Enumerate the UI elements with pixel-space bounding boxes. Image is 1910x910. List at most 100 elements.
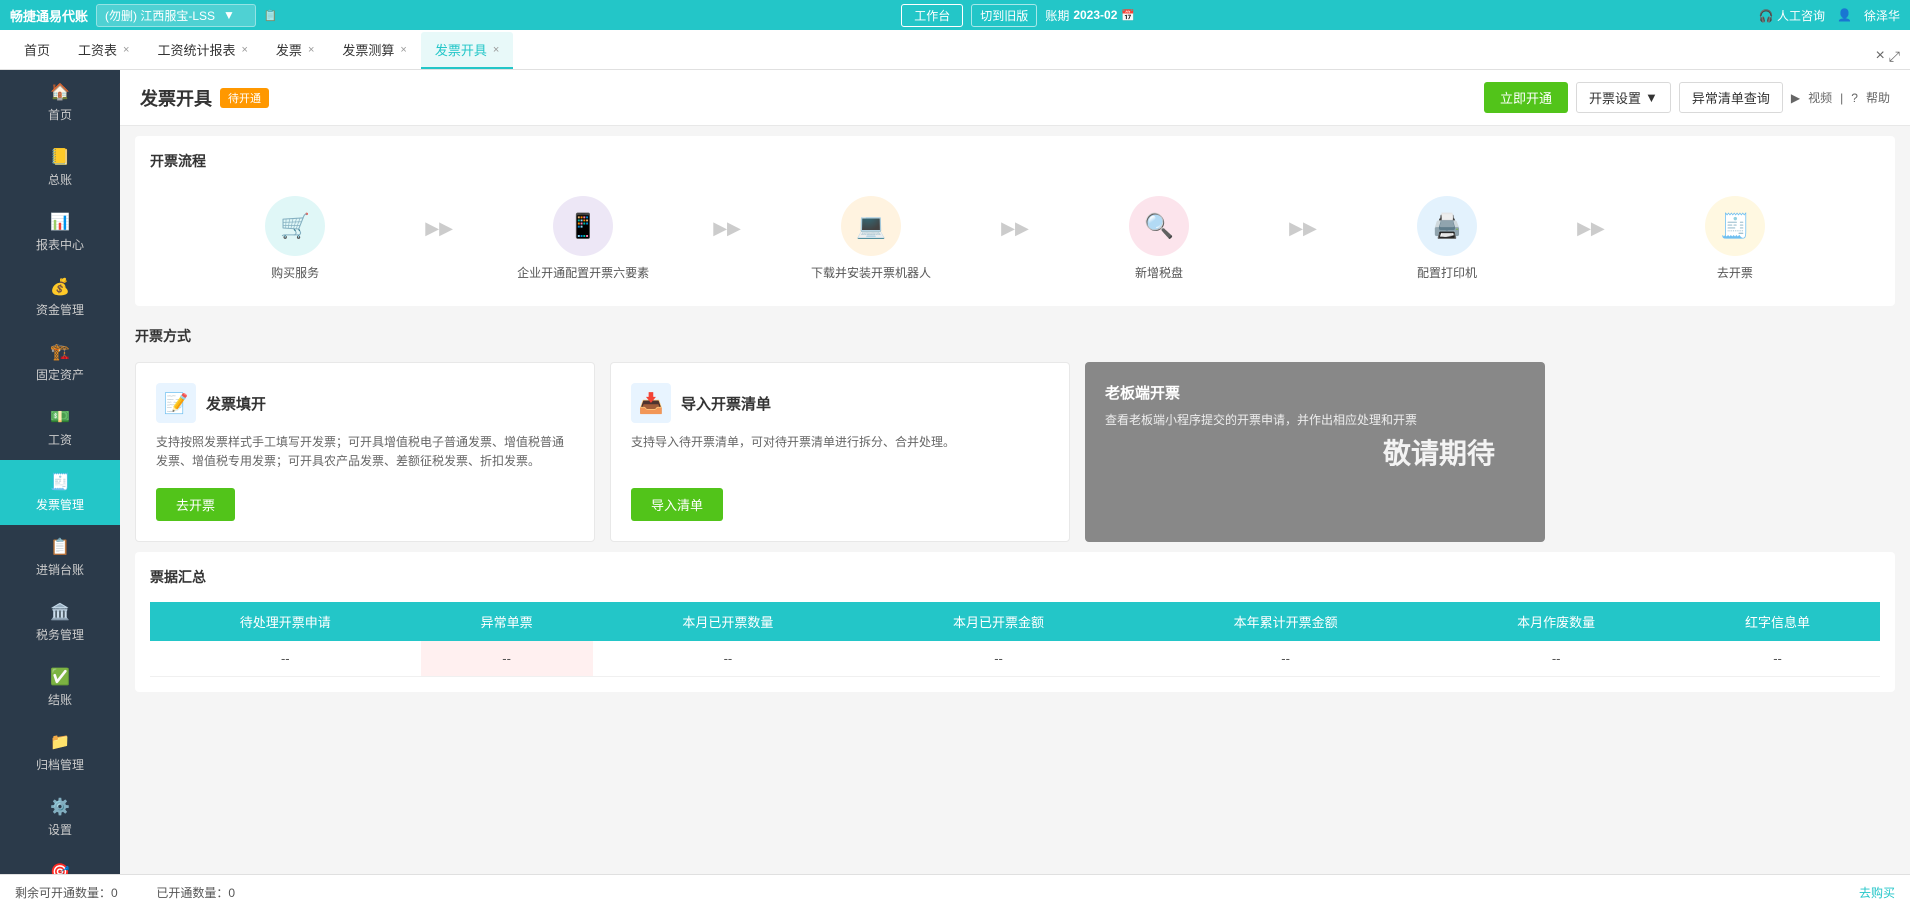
- cell-month-amount: --: [863, 641, 1134, 677]
- steps-title: 开票流程: [150, 151, 1880, 171]
- go-buy-link[interactable]: 去购买: [1859, 886, 1895, 900]
- col-month-count: 本月已开票数量: [593, 602, 864, 641]
- reports-icon: 📊: [50, 212, 70, 232]
- opened-quota: 已开通数量：0: [156, 886, 235, 900]
- close-tab-invoice-open[interactable]: ×: [493, 44, 499, 56]
- sidebar-item-invoice-mgmt[interactable]: 🧾 发票管理: [0, 460, 120, 525]
- customer-service[interactable]: 🎧 人工咨询: [1759, 7, 1825, 24]
- settings-icon: ⚙️: [50, 797, 70, 817]
- switch-old-button[interactable]: 切到旧版: [971, 4, 1037, 27]
- col-red-note: 红字信息单: [1675, 602, 1880, 641]
- summary-table: 待处理开票申请 异常单票 本月已开票数量 本月已开票金额 本年累计开票金额 本月…: [150, 602, 1880, 677]
- step-arrow-4: ▶▶: [1289, 218, 1317, 239]
- tab-invoice[interactable]: 发票 ×: [262, 32, 328, 69]
- step-item-2: 📱 企业开通配置开票六要素: [458, 196, 708, 281]
- step-item-3: 💻 下载并安装开票机器人: [746, 196, 996, 281]
- abnormal-query-button[interactable]: 异常清单查询: [1679, 82, 1783, 113]
- step-arrow-1: ▶▶: [425, 218, 453, 239]
- help-area: ▶ 视频 | ? 帮助: [1791, 89, 1890, 106]
- summary-table-header-row: 待处理开票申请 异常单票 本月已开票数量 本月已开票金额 本年累计开票金额 本月…: [150, 602, 1880, 641]
- close-tab-salary[interactable]: ×: [123, 44, 129, 56]
- sidebar-item-purchase-sales[interactable]: 📋 进销台账: [0, 525, 120, 590]
- separator: |: [1840, 91, 1843, 105]
- expand-icon[interactable]: ⤢: [1889, 48, 1900, 65]
- step-icon-download: 💻: [841, 196, 901, 256]
- nav-tabs: 首页 工资表 × 工资统计报表 × 发票 × 发票测算 × 发票开具 × × ⤢: [0, 30, 1910, 70]
- home-icon: 🏠: [50, 82, 70, 102]
- bottom-right: 去购买: [1859, 884, 1895, 901]
- close-tab-invoice[interactable]: ×: [308, 44, 314, 56]
- sidebar-item-salary[interactable]: 💵 工资: [0, 395, 120, 460]
- tab-home[interactable]: 首页: [10, 32, 64, 69]
- sidebar-item-funds[interactable]: 💰 资金管理: [0, 265, 120, 330]
- close-tab-salary-report[interactable]: ×: [241, 44, 247, 56]
- step-label-5: 配置打印机: [1417, 264, 1477, 281]
- fill-invoice-desc: 支持按照发票样式手工填写开发票；可开具增值税电子普通发票、增值税普通发票、增值税…: [156, 433, 574, 473]
- fill-invoice-icon: 📝: [156, 383, 196, 423]
- dropdown-arrow-icon: ▼: [1645, 90, 1658, 105]
- sidebar-item-reports[interactable]: 📊 报表中心: [0, 200, 120, 265]
- method-card-import-header: 📥 导入开票清单: [631, 383, 1049, 423]
- company-selector[interactable]: (勿删) 江西服宝-LSS ▼: [96, 4, 256, 27]
- top-bar-left: 畅捷通易代账 (勿删) 江西服宝-LSS ▼ 📋: [10, 4, 278, 27]
- step-item-6: 🧾 去开票: [1610, 196, 1860, 281]
- sidebar-item-home[interactable]: 🏠 首页: [0, 70, 120, 135]
- top-bar-center: 工作台 切到旧版 账期 2023-02 📅: [901, 4, 1135, 27]
- header-actions: 立即开通 开票设置 ▼ 异常清单查询 ▶ 视频 | ? 帮助: [1484, 82, 1890, 113]
- step-label-4: 新增税盘: [1135, 264, 1183, 281]
- step-item-4: 🔍 新增税盘: [1034, 196, 1284, 281]
- method-card-fill: 📝 发票填开 支持按照发票样式手工填写开发票；可开具增值税电子普通发票、增值税普…: [135, 362, 595, 542]
- step-icon-issue: 🧾: [1705, 196, 1765, 256]
- funds-icon: 💰: [50, 277, 70, 297]
- step-icon-printer: 🖨️: [1417, 196, 1477, 256]
- invoice-mgmt-icon: 🧾: [50, 472, 70, 492]
- tab-salary-report[interactable]: 工资统计报表 ×: [143, 32, 261, 69]
- salary-icon: 💵: [50, 407, 70, 427]
- go-issue-button[interactable]: 去开票: [156, 488, 235, 521]
- bottom-bar: 剩余可开通数量：0 已开通数量：0 去购买: [0, 874, 1910, 910]
- sidebar-item-assets[interactable]: 🏗️ 固定资产: [0, 330, 120, 395]
- col-void-count: 本月作废数量: [1437, 602, 1675, 641]
- sidebar-item-settings[interactable]: ⚙️ 设置: [0, 785, 120, 850]
- open-settings-button[interactable]: 开票设置 ▼: [1576, 82, 1671, 113]
- import-invoice-btn-wrap: 导入清单: [631, 488, 1049, 521]
- main-layout: 🏠 首页 📒 总账 📊 报表中心 💰 资金管理 🏗️ 固定资产 💵 工资 🧾 发…: [0, 70, 1910, 874]
- step-label-3: 下载并安装开票机器人: [811, 264, 931, 281]
- open-now-button[interactable]: 立即开通: [1484, 82, 1568, 113]
- methods-section: 开票方式 📝 发票填开 支持按照发票样式手工填写开发票；可开具增值税电子普通发票…: [135, 316, 1895, 542]
- cell-abnormal: --: [421, 641, 593, 677]
- sidebar: 🏠 首页 📒 总账 📊 报表中心 💰 资金管理 🏗️ 固定资产 💵 工资 🧾 发…: [0, 70, 120, 874]
- cell-void-count: --: [1437, 641, 1675, 677]
- sidebar-item-tax[interactable]: 🏛️ 税务管理: [0, 590, 120, 655]
- status-badge: 待开通: [220, 88, 269, 108]
- username: 徐泽华: [1864, 7, 1900, 24]
- tab-invoice-open[interactable]: 发票开具 ×: [421, 32, 513, 69]
- sidebar-item-guide[interactable]: 🎯 新手引导: [0, 850, 120, 874]
- fill-invoice-title: 发票填开: [206, 393, 266, 414]
- boss-card: 老板端开票 查看老板端小程序提交的开票申请，并作出相应处理和开票 敬请期待: [1085, 362, 1545, 542]
- close-tab-invoice-calc[interactable]: ×: [400, 44, 406, 56]
- col-year-amount: 本年累计开票金额: [1134, 602, 1437, 641]
- sidebar-item-close[interactable]: ✅ 结账: [0, 655, 120, 720]
- method-card-import: 📥 导入开票清单 支持导入待开票清单，可对待开票清单进行拆分、合并处理。 导入清…: [610, 362, 1070, 542]
- methods-area: 📝 发票填开 支持按照发票样式手工填写开发票；可开具增值税电子普通发票、增值税普…: [135, 362, 1895, 542]
- tab-invoice-calc[interactable]: 发票测算 ×: [328, 32, 420, 69]
- steps-flow: 🛒 购买服务 ▶▶ 📱 企业开通配置开票六要素 ▶▶ 💻 下载并安装开票机器人 …: [150, 186, 1880, 291]
- sidebar-item-archive[interactable]: 📁 归档管理: [0, 720, 120, 785]
- step-arrow-2: ▶▶: [713, 218, 741, 239]
- coming-soon-label: 敬请期待: [1383, 432, 1495, 472]
- close-all-icon[interactable]: ×: [1875, 47, 1884, 65]
- assets-icon: 🏗️: [50, 342, 70, 362]
- step-label-2: 企业开通配置开票六要素: [517, 264, 649, 281]
- workbench-button[interactable]: 工作台: [901, 4, 963, 27]
- col-month-amount: 本月已开票金额: [863, 602, 1134, 641]
- content-area: 发票开具 待开通 立即开通 开票设置 ▼ 异常清单查询 ▶ 视频 | ? 帮助: [120, 70, 1910, 874]
- sidebar-item-ledger[interactable]: 📒 总账: [0, 135, 120, 200]
- col-abnormal: 异常单票: [421, 602, 593, 641]
- tab-salary[interactable]: 工资表 ×: [64, 32, 143, 69]
- step-item-1: 🛒 购买服务: [170, 196, 420, 281]
- boss-card-title: 老板端开票: [1105, 382, 1525, 403]
- step-arrow-5: ▶▶: [1577, 218, 1605, 239]
- import-list-button[interactable]: 导入清单: [631, 488, 723, 521]
- page-title: 发票开具: [140, 85, 212, 111]
